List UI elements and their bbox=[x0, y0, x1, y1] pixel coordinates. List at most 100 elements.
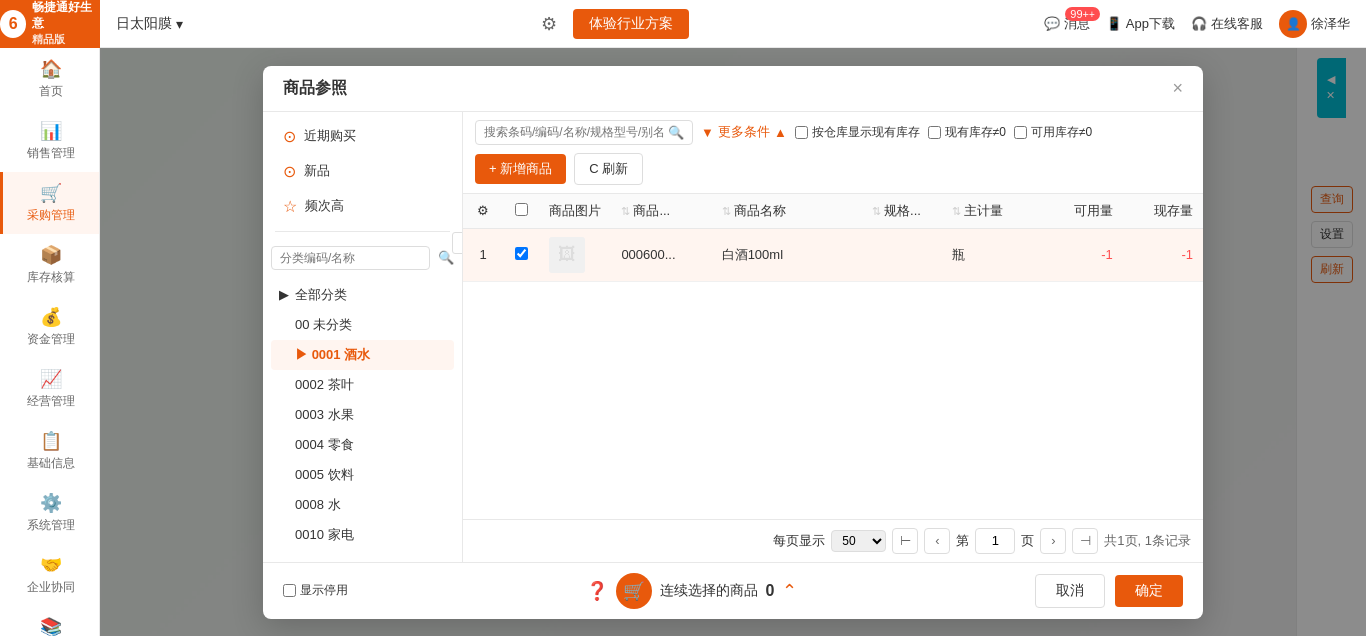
next-page-btn[interactable]: › bbox=[1040, 528, 1066, 554]
quick-nav: ⊙ 近期购买 ⊙ 新品 ☆ 频次高 bbox=[263, 120, 462, 223]
sidebar-label-system: 系统管理 bbox=[27, 517, 75, 534]
category-appliance[interactable]: 0010 家电 bbox=[271, 520, 454, 550]
modal-overlay: 商品参照 × ⊙ 近期购买 ⊙ 新 bbox=[100, 48, 1366, 636]
last-page-btn[interactable]: ⊣ bbox=[1072, 528, 1098, 554]
app-download-btn[interactable]: 📱 App下载 bbox=[1106, 15, 1175, 33]
cart-collapse-btn[interactable]: ⌃ bbox=[782, 580, 797, 602]
app-sub: 精品版 bbox=[32, 32, 100, 47]
modal-toolbar: 🔍 ▼ 更多条件 ▲ 按仓库显示现有库存 bbox=[463, 112, 1203, 194]
avail-not-zero-label: 可用库存≠0 bbox=[1031, 124, 1092, 141]
message-icon: 💬 bbox=[1044, 16, 1060, 31]
col-unit-header[interactable]: 主计量 bbox=[942, 194, 1022, 229]
help-icon[interactable]: ❓ bbox=[586, 580, 608, 602]
nav-new-label: 新品 bbox=[304, 162, 330, 180]
sidebar-item-home[interactable]: 🏠 首页 bbox=[0, 48, 99, 110]
expand-icon: ▶ bbox=[279, 287, 289, 302]
table-row[interactable]: 1 🖼 bbox=[463, 228, 1203, 281]
modal-body: ⊙ 近期购买 ⊙ 新品 ☆ 频次高 bbox=[263, 112, 1203, 562]
sidebar-label-management: 经营管理 bbox=[27, 393, 75, 410]
category-all[interactable]: ▶ 全部分类 bbox=[271, 280, 454, 310]
collapse-panel-btn[interactable]: 《 bbox=[452, 232, 463, 254]
col-name-header[interactable]: 商品名称 bbox=[712, 194, 862, 229]
category-uncategorized-label: 00 未分类 bbox=[295, 317, 352, 332]
filter-by-warehouse-check[interactable]: 按仓库显示现有库存 bbox=[795, 124, 920, 141]
more-filter-btn[interactable]: ▼ 更多条件 ▲ bbox=[701, 123, 787, 141]
navbar-right: 💬 消息 99++ 📱 App下载 🎧 在线客服 👤 徐泽华 bbox=[1044, 10, 1350, 38]
online-service-label: 在线客服 bbox=[1211, 15, 1263, 33]
prev-page-btn[interactable]: ‹ bbox=[924, 528, 950, 554]
category-snack[interactable]: 0004 零食 bbox=[271, 430, 454, 460]
app-download-label: App下载 bbox=[1126, 15, 1175, 33]
sidebar-label-sales: 销售管理 bbox=[27, 145, 75, 162]
col-code-header[interactable]: 商品... bbox=[611, 194, 711, 229]
sidebar-label-purchase: 采购管理 bbox=[27, 207, 75, 224]
page-prefix-label: 第 bbox=[956, 532, 969, 550]
cancel-button[interactable]: 取消 bbox=[1035, 574, 1105, 608]
category-fruit-label: 0003 水果 bbox=[295, 407, 354, 422]
navbar-center: ⚙ 体验行业方案 bbox=[187, 9, 1044, 39]
row-spec bbox=[862, 228, 942, 281]
product-search-input[interactable] bbox=[484, 125, 664, 139]
sidebar-item-base[interactable]: 📋 基础信息 bbox=[0, 420, 99, 482]
category-wine-arrow: ▶ bbox=[295, 347, 312, 362]
show-disabled-check[interactable]: 显示停用 bbox=[283, 582, 348, 599]
user-menu[interactable]: 👤 徐泽华 bbox=[1279, 10, 1350, 38]
sidebar-item-inventory[interactable]: 📦 库存核算 bbox=[0, 234, 99, 296]
per-page-select[interactable]: 50 100 200 bbox=[831, 530, 886, 552]
trial-button[interactable]: 体验行业方案 bbox=[573, 9, 689, 39]
product-modal: 商品参照 × ⊙ 近期购买 ⊙ 新 bbox=[263, 66, 1203, 619]
show-disabled-label: 显示停用 bbox=[300, 582, 348, 599]
category-appliance-label: 0010 家电 bbox=[295, 527, 354, 542]
base-icon: 📋 bbox=[40, 430, 62, 452]
sidebar-item-collab[interactable]: 🤝 企业协同 bbox=[0, 544, 99, 606]
nav-freq[interactable]: ☆ 频次高 bbox=[271, 190, 454, 223]
image-placeholder-icon: 🖼 bbox=[558, 244, 576, 265]
settings-col-icon[interactable]: ⚙ bbox=[477, 203, 489, 218]
category-tea[interactable]: 0002 茶叶 bbox=[271, 370, 454, 400]
purchase-icon: 🛒 bbox=[40, 182, 62, 204]
category-search-input[interactable] bbox=[271, 246, 430, 270]
new-icon: ⊙ bbox=[283, 162, 296, 181]
per-page-label: 每页显示 bbox=[773, 532, 825, 550]
sidebar-item-system[interactable]: ⚙️ 系统管理 bbox=[0, 482, 99, 544]
message-btn[interactable]: 💬 消息 99++ bbox=[1044, 15, 1090, 33]
add-product-button[interactable]: + 新增商品 bbox=[475, 154, 566, 184]
username-label: 徐泽华 bbox=[1311, 15, 1350, 33]
avail-not-zero-check[interactable]: 可用库存≠0 bbox=[1014, 124, 1092, 141]
settings-icon[interactable]: ⚙ bbox=[541, 13, 557, 35]
store-selector[interactable]: 日太阳膜 ▾ bbox=[116, 15, 187, 33]
sales-icon: 📊 bbox=[40, 120, 62, 142]
cart-icon[interactable]: 🛒 bbox=[616, 573, 652, 609]
row-checkbox[interactable] bbox=[515, 247, 528, 260]
total-info: 共1页, 1条记录 bbox=[1104, 532, 1191, 550]
page-number-input[interactable] bbox=[975, 528, 1015, 554]
home-icon: 🏠 bbox=[40, 58, 62, 80]
category-fruit[interactable]: 0003 水果 bbox=[271, 400, 454, 430]
online-service-btn[interactable]: 🎧 在线客服 bbox=[1191, 15, 1263, 33]
row-unit: 瓶 bbox=[942, 228, 1022, 281]
first-page-btn[interactable]: ⊢ bbox=[892, 528, 918, 554]
confirm-button[interactable]: 确定 bbox=[1115, 575, 1183, 607]
modal-left-panel: ⊙ 近期购买 ⊙ 新品 ☆ 频次高 bbox=[263, 112, 463, 562]
sidebar-item-purchase[interactable]: 🛒 采购管理 bbox=[0, 172, 99, 234]
col-spec-header[interactable]: 规格... bbox=[862, 194, 942, 229]
category-drink[interactable]: 0005 饮料 bbox=[271, 460, 454, 490]
modal-footer: 显示停用 ❓ 🛒 连续选择的商品 0 ⌃ 取消 确定 bbox=[263, 562, 1203, 619]
filter-by-warehouse-label: 按仓库显示现有库存 bbox=[812, 124, 920, 141]
category-uncategorized[interactable]: 00 未分类 bbox=[271, 310, 454, 340]
nav-new[interactable]: ⊙ 新品 bbox=[271, 155, 454, 188]
select-all-checkbox[interactable] bbox=[515, 203, 528, 216]
nav-recent[interactable]: ⊙ 近期购买 bbox=[271, 120, 454, 153]
sidebar-item-guide[interactable]: 📚 新手引导 bbox=[0, 606, 99, 636]
refresh-button[interactable]: C 刷新 bbox=[574, 153, 643, 185]
page-suffix-label: 页 bbox=[1021, 532, 1034, 550]
category-water[interactable]: 0008 水 bbox=[271, 490, 454, 520]
col-num-header: ⚙ bbox=[463, 194, 503, 229]
product-search-icon[interactable]: 🔍 bbox=[668, 125, 684, 140]
stock-not-zero-check[interactable]: 现有库存≠0 bbox=[928, 124, 1006, 141]
modal-close-button[interactable]: × bbox=[1172, 79, 1183, 97]
category-wine[interactable]: ▶ 0001 酒水 bbox=[271, 340, 454, 370]
sidebar-item-management[interactable]: 📈 经营管理 bbox=[0, 358, 99, 420]
sidebar-item-sales[interactable]: 📊 销售管理 bbox=[0, 110, 99, 172]
sidebar-item-finance[interactable]: 💰 资金管理 bbox=[0, 296, 99, 358]
